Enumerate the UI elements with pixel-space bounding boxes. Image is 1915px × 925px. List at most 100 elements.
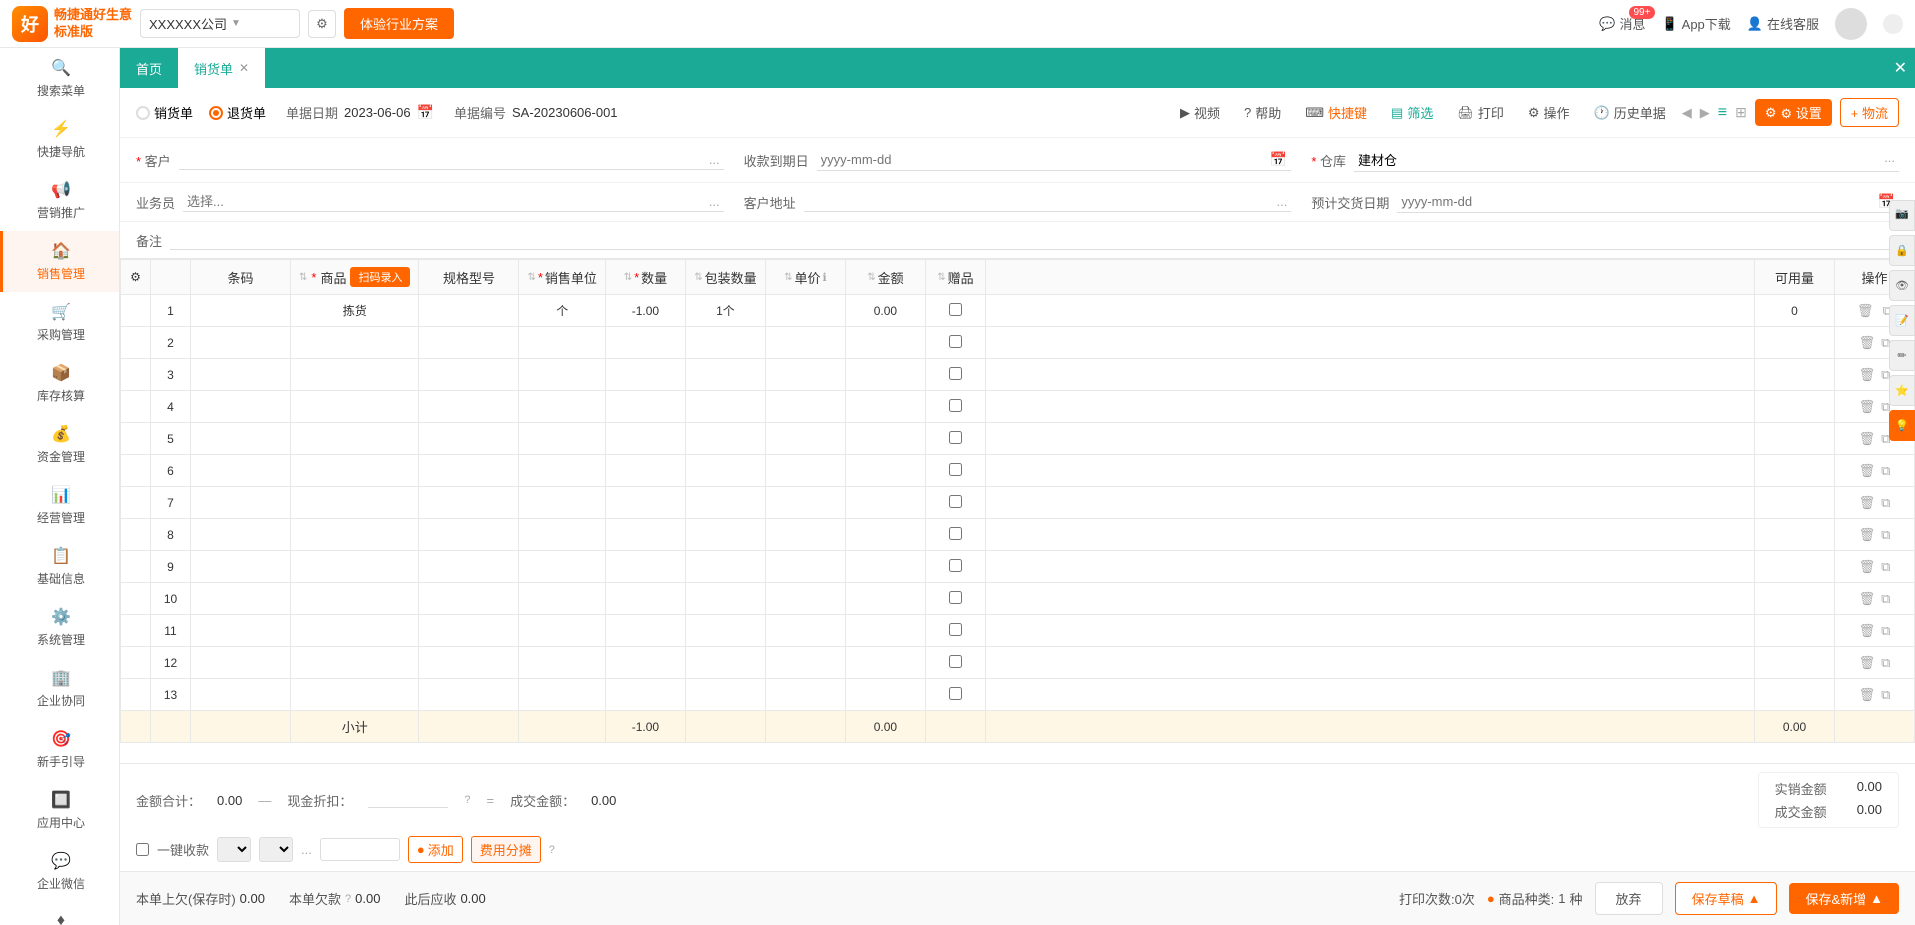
discount-input[interactable] xyxy=(368,792,448,808)
customer-addr-dots[interactable]: ... xyxy=(1276,194,1287,209)
sidebar-item-system[interactable]: ⚙️ 系统管理 xyxy=(0,597,119,658)
one-click-payment-checkbox[interactable] xyxy=(136,843,149,856)
row1-price[interactable] xyxy=(765,295,845,327)
print-btn[interactable]: 🖨 打印 xyxy=(1449,100,1512,125)
save-draft-button[interactable]: 保存草稿 ▲ xyxy=(1675,882,1778,915)
customer-addr-wrapper[interactable]: ... xyxy=(804,192,1292,212)
customer-addr-input[interactable] xyxy=(808,194,1277,209)
row3-gift-checkbox[interactable] xyxy=(949,367,962,380)
sidebar-item-member[interactable]: ♦ 畅会员 xyxy=(0,902,119,925)
product-sort-icon[interactable]: ⇅ xyxy=(299,272,307,283)
calc-method-select[interactable] xyxy=(217,837,251,862)
payment-due-wrapper[interactable]: 📅 xyxy=(817,149,1292,171)
tab-sales-order[interactable]: 销货单 ✕ xyxy=(178,48,265,88)
grid-view-icon[interactable]: ⊞ xyxy=(1735,104,1747,121)
row2-delete-icon[interactable]: 🗑 xyxy=(1859,335,1876,350)
sidebar-item-enterprise[interactable]: 🏢 企业协同 xyxy=(0,658,119,719)
sidebar-item-search[interactable]: 🔍 搜索菜单 xyxy=(0,48,119,109)
sidebar-item-inventory[interactable]: 📦 库存核算 xyxy=(0,353,119,414)
expense-btn[interactable]: 费用分摊 xyxy=(471,836,541,863)
price-info-icon[interactable]: ℹ xyxy=(823,271,827,284)
float-btn-4[interactable]: 📝 xyxy=(1889,305,1915,336)
sidebar-item-apps[interactable]: 🔲 应用中心 xyxy=(0,780,119,841)
gift-sort-icon[interactable]: ⇅ xyxy=(937,272,945,283)
trial-button[interactable]: 体验行业方案 xyxy=(344,8,454,39)
logistics-btn[interactable]: + 物流 xyxy=(1840,98,1899,127)
message-button[interactable]: 💬 消息 99+ xyxy=(1599,14,1645,33)
date-calendar-icon[interactable]: 📅 xyxy=(417,104,434,121)
discard-button[interactable]: 放弃 xyxy=(1595,882,1663,915)
debit-info-icon[interactable]: ? xyxy=(345,893,351,905)
help-btn[interactable]: ? 帮助 xyxy=(1236,100,1289,125)
sidebar-item-sales[interactable]: 🏠 销售管理 xyxy=(0,231,119,292)
nav-next-icon[interactable]: ▶ xyxy=(1700,105,1710,121)
sidebar-item-purchase[interactable]: 🛒 采购管理 xyxy=(0,292,119,353)
payment-due-calendar-icon[interactable]: 📅 xyxy=(1270,151,1287,168)
float-btn-6[interactable]: ⭐ xyxy=(1889,375,1915,406)
add-button[interactable]: ● 添加 xyxy=(408,836,463,863)
sales-order-radio[interactable]: 销货单 xyxy=(136,103,193,122)
row1-spec[interactable] xyxy=(419,295,519,327)
expense-help-icon[interactable]: ? xyxy=(549,844,555,856)
video-btn[interactable]: ▶ 视频 xyxy=(1172,100,1228,125)
pack-sort-icon[interactable]: ⇅ xyxy=(694,272,702,283)
return-order-radio[interactable]: 退货单 xyxy=(209,103,266,122)
float-btn-3[interactable]: 👁 xyxy=(1889,270,1915,301)
float-btn-1[interactable]: 📷 xyxy=(1889,200,1915,231)
customer-dots[interactable]: ... xyxy=(709,152,720,167)
sidebar-item-operations[interactable]: 📊 经营管理 xyxy=(0,475,119,536)
row1-product[interactable]: 拣货 xyxy=(291,295,419,327)
row1-qty[interactable]: -1.00 xyxy=(605,295,685,327)
sidebar-item-marketing[interactable]: 📢 营销推广 xyxy=(0,170,119,231)
note-input[interactable] xyxy=(174,232,1895,247)
list-view-icon[interactable]: ≡ xyxy=(1718,104,1727,122)
company-selector[interactable]: XXXXXX公司 ▼ xyxy=(140,9,300,38)
row3-delete-icon[interactable]: 🗑 xyxy=(1859,367,1876,382)
operate-btn[interactable]: ⚙ 操作 xyxy=(1520,100,1578,125)
sidebar-item-basic[interactable]: 📋 基础信息 xyxy=(0,536,119,597)
unit-sort-icon[interactable]: ⇅ xyxy=(527,272,535,283)
delivery-date-wrapper[interactable]: 📅 xyxy=(1397,191,1899,213)
discount-info-icon[interactable]: ? xyxy=(464,794,470,806)
payment-due-input[interactable] xyxy=(821,152,1270,167)
nav-prev-icon[interactable]: ◀ xyxy=(1682,105,1692,121)
float-btn-5[interactable]: ✏ xyxy=(1889,340,1915,371)
salesperson-input[interactable] xyxy=(187,194,709,209)
amount-input[interactable] xyxy=(320,838,400,861)
row4-gift-checkbox[interactable] xyxy=(949,399,962,412)
customer-input-wrapper[interactable]: ... xyxy=(179,150,724,170)
sidebar-item-shortcut[interactable]: ⚡ 快捷导航 xyxy=(0,109,119,170)
scan-btn[interactable]: 扫码录入 xyxy=(350,267,410,287)
salesperson-dots[interactable]: ... xyxy=(709,194,720,209)
row1-unit[interactable]: 个 xyxy=(519,295,605,327)
sidebar-item-capital[interactable]: 💰 资金管理 xyxy=(0,414,119,475)
sidebar-item-wechat[interactable]: 💬 企业微信 xyxy=(0,841,119,902)
salesperson-wrapper[interactable]: ... xyxy=(183,192,724,212)
row1-pack[interactable]: 1个 xyxy=(685,295,765,327)
filter-btn[interactable]: ▤ 筛选 xyxy=(1383,100,1441,125)
sidebar-item-newbie[interactable]: 🎯 新手引导 xyxy=(0,719,119,780)
row1-gift-checkbox[interactable] xyxy=(949,303,962,316)
settings-icon[interactable]: ⚙ xyxy=(308,10,336,38)
price-sort-icon[interactable]: ⇅ xyxy=(784,272,792,283)
account-select[interactable] xyxy=(259,837,293,862)
save-new-button[interactable]: 保存&新增 ▲ xyxy=(1789,883,1899,914)
user-avatar[interactable] xyxy=(1835,8,1867,40)
float-btn-2[interactable]: 🔒 xyxy=(1889,235,1915,266)
tab-close-window-icon[interactable]: ✕ xyxy=(1894,58,1907,78)
history-btn[interactable]: 🕐 历史单据 xyxy=(1586,100,1674,125)
delivery-date-input[interactable] xyxy=(1401,194,1877,209)
row1-amount[interactable]: 0.00 xyxy=(845,295,925,327)
row1-delete-icon[interactable]: 🗑 xyxy=(1857,303,1874,318)
note-wrapper[interactable] xyxy=(170,230,1899,250)
tab-home[interactable]: 首页 xyxy=(120,48,178,88)
row1-barcode[interactable] xyxy=(191,295,291,327)
amount-sort-icon[interactable]: ⇅ xyxy=(867,272,875,283)
account-dots[interactable]: ... xyxy=(301,842,312,857)
row2-gift-checkbox[interactable] xyxy=(949,335,962,348)
shortcut-btn[interactable]: ⌨ 快捷键 xyxy=(1297,100,1375,125)
online-service-button[interactable]: 👤 在线客服 xyxy=(1747,14,1819,33)
row1-gift[interactable] xyxy=(925,295,985,327)
tab-close-icon[interactable]: ✕ xyxy=(239,61,249,75)
warehouse-wrapper[interactable]: 建材仓 ... xyxy=(1354,148,1899,172)
